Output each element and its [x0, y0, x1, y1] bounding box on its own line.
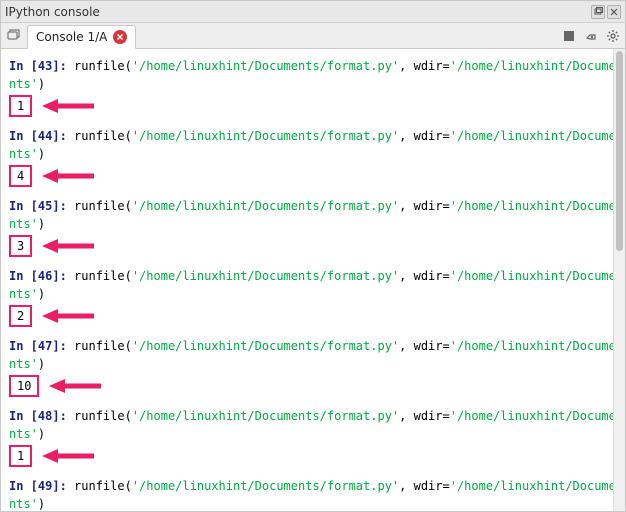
output-value-box: 3: [9, 235, 32, 257]
code-close: ): [38, 357, 45, 371]
input-line: In [47]: runfile('/home/linuxhint/Docume…: [9, 337, 621, 373]
code-close: ): [38, 147, 45, 161]
code-filepath: '/home/linuxhint/Documents/format.py': [132, 129, 399, 143]
output-value-box: 1: [9, 445, 32, 467]
browse-tabs-icon[interactable]: [5, 26, 23, 44]
in-prompt: In [43]:: [9, 59, 67, 73]
tabbar: Console 1/A: [1, 23, 625, 49]
output-row: 1: [9, 95, 621, 117]
code-sep: , wdir=: [399, 129, 450, 143]
code-func: runfile(: [74, 409, 132, 423]
in-prompt: In [44]:: [9, 129, 67, 143]
input-line: In [49]: runfile('/home/linuxhint/Docume…: [9, 477, 621, 511]
console-entry: In [48]: runfile('/home/linuxhint/Docume…: [9, 407, 621, 467]
window-title: IPython console: [5, 5, 589, 19]
code-close: ): [38, 427, 45, 441]
arrow-left-icon: [42, 308, 94, 324]
code-close: ): [38, 77, 45, 91]
code-func: runfile(: [74, 199, 132, 213]
in-prompt: In [45]:: [9, 199, 67, 213]
code-func: runfile(: [74, 269, 132, 283]
gear-icon[interactable]: [605, 28, 621, 44]
input-line: In [43]: runfile('/home/linuxhint/Docume…: [9, 57, 621, 93]
arrow-left-icon: [42, 168, 94, 184]
window-close-icon[interactable]: [607, 5, 621, 19]
window-restore-icon[interactable]: [591, 5, 605, 19]
scrollbar[interactable]: [613, 49, 625, 511]
arrow-left-icon: [49, 378, 101, 394]
input-line: In [46]: runfile('/home/linuxhint/Docume…: [9, 267, 621, 303]
tab-console[interactable]: Console 1/A: [27, 25, 136, 49]
tabbar-right-tools: [561, 23, 621, 49]
code-filepath: '/home/linuxhint/Documents/format.py': [132, 339, 399, 353]
arrow-left-icon: [42, 98, 94, 114]
in-prompt: In [47]:: [9, 339, 67, 353]
arrow-left-icon: [42, 238, 94, 254]
output-row: 3: [9, 235, 621, 257]
console-entry: In [46]: runfile('/home/linuxhint/Docume…: [9, 267, 621, 327]
console-entry: In [45]: runfile('/home/linuxhint/Docume…: [9, 197, 621, 257]
in-prompt: In [46]:: [9, 269, 67, 283]
input-line: In [45]: runfile('/home/linuxhint/Docume…: [9, 197, 621, 233]
code-filepath: '/home/linuxhint/Documents/format.py': [132, 409, 399, 423]
scrollbar-thumb[interactable]: [616, 51, 623, 251]
console-entry: In [44]: runfile('/home/linuxhint/Docume…: [9, 127, 621, 187]
code-filepath: '/home/linuxhint/Documents/format.py': [132, 269, 399, 283]
code-sep: , wdir=: [399, 409, 450, 423]
code-sep: , wdir=: [399, 269, 450, 283]
in-prompt: In [48]:: [9, 409, 67, 423]
output-value-box: 4: [9, 165, 32, 187]
code-close: ): [38, 497, 45, 511]
code-sep: , wdir=: [399, 199, 450, 213]
code-func: runfile(: [74, 59, 132, 73]
code-filepath: '/home/linuxhint/Documents/format.py': [132, 199, 399, 213]
console-entry: In [47]: runfile('/home/linuxhint/Docume…: [9, 337, 621, 397]
output-row: 10: [9, 375, 621, 397]
output-row: 2: [9, 305, 621, 327]
tab-close-icon[interactable]: [113, 30, 127, 44]
output-value-box: 1: [9, 95, 32, 117]
code-sep: , wdir=: [399, 59, 450, 73]
output-row: 1: [9, 445, 621, 467]
code-close: ): [38, 217, 45, 231]
arrow-left-icon: [42, 448, 94, 464]
code-func: runfile(: [74, 129, 132, 143]
code-close: ): [38, 287, 45, 301]
code-filepath: '/home/linuxhint/Documents/format.py': [132, 59, 399, 73]
input-line: In [44]: runfile('/home/linuxhint/Docume…: [9, 127, 621, 163]
input-line: In [48]: runfile('/home/linuxhint/Docume…: [9, 407, 621, 443]
console-entry: In [49]: runfile('/home/linuxhint/Docume…: [9, 477, 621, 511]
code-filepath: '/home/linuxhint/Documents/format.py': [132, 479, 399, 493]
titlebar: IPython console: [1, 1, 625, 23]
stop-icon[interactable]: [561, 28, 577, 44]
output-value-box: 2: [9, 305, 32, 327]
code-sep: , wdir=: [399, 339, 450, 353]
output-row: 4: [9, 165, 621, 187]
code-func: runfile(: [74, 479, 132, 493]
tab-label: Console 1/A: [36, 30, 107, 44]
code-sep: , wdir=: [399, 479, 450, 493]
console-area[interactable]: In [43]: runfile('/home/linuxhint/Docume…: [1, 49, 625, 511]
in-prompt: In [49]:: [9, 479, 67, 493]
clear-icon[interactable]: [583, 28, 599, 44]
code-func: runfile(: [74, 339, 132, 353]
console-entry: In [43]: runfile('/home/linuxhint/Docume…: [9, 57, 621, 117]
output-value-box: 10: [9, 375, 39, 397]
tabbar-left-tools: [1, 22, 27, 48]
